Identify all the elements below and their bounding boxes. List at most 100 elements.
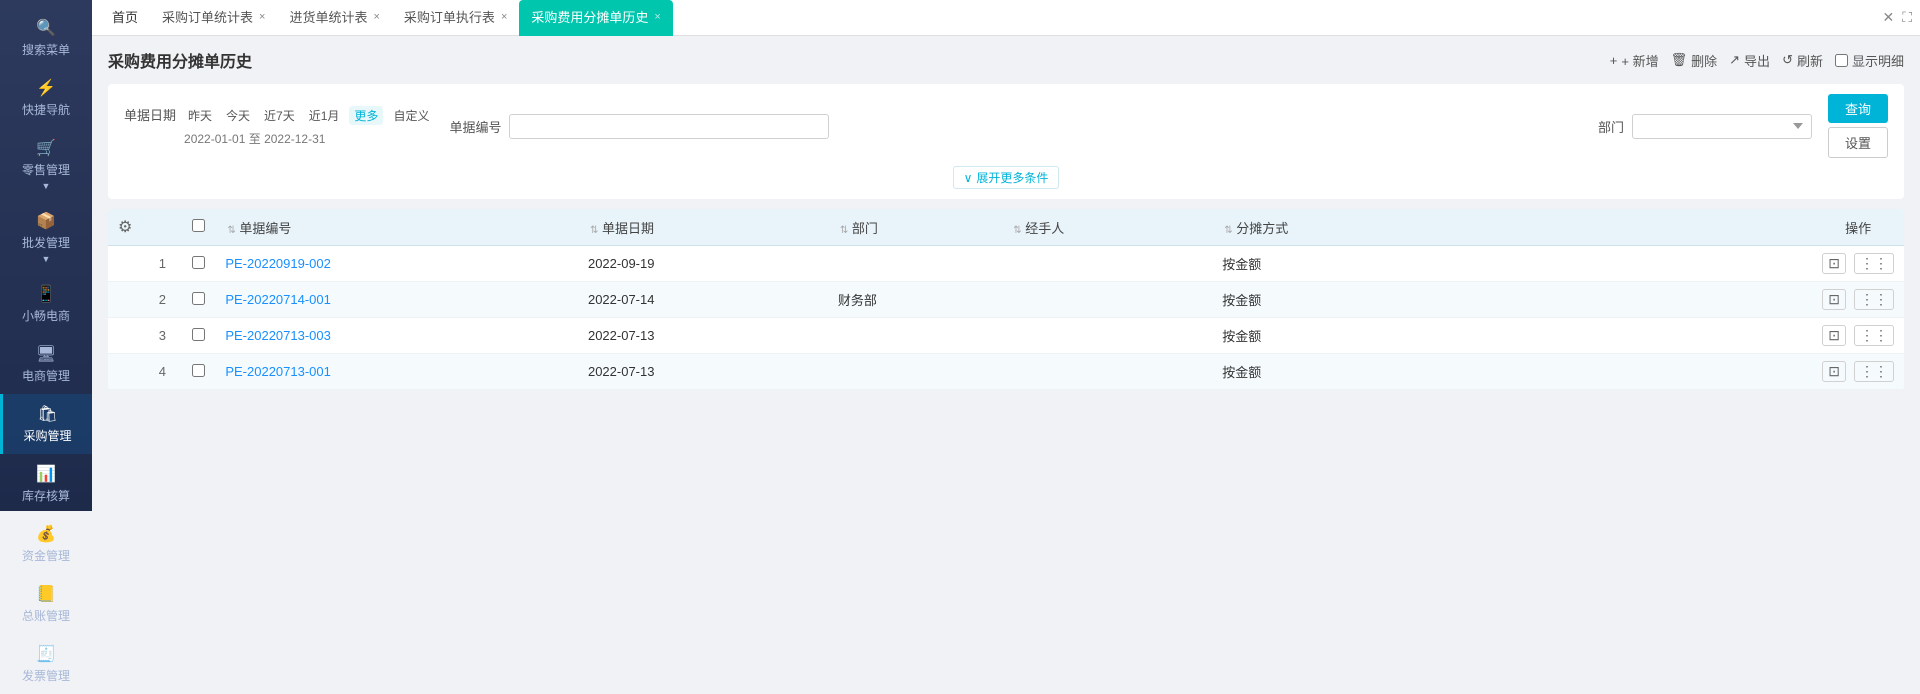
- tab-home-label: 首页: [112, 7, 138, 26]
- td-split-method: 按金额: [1212, 318, 1812, 354]
- close-icon[interactable]: ×: [501, 11, 507, 23]
- more-icon[interactable]: ⋮⋮: [1854, 361, 1894, 382]
- date-filter-group: 单据日期 昨天 今天 近7天 近1月 更多 自定义 2022-01-01 至 2…: [124, 105, 433, 147]
- sidebar-item-retail[interactable]: 🛒 零售管理 ▼: [0, 128, 92, 201]
- doc-num-link[interactable]: PE-20220919-002: [225, 256, 331, 271]
- edit-icon[interactable]: ⊡: [1822, 361, 1846, 382]
- expand-row: ∨ 展开更多条件: [124, 166, 1888, 189]
- more-icon[interactable]: ⋮⋮: [1854, 325, 1894, 346]
- td-doc-num: PE-20220713-003: [215, 318, 578, 354]
- sidebar: 🔍 搜索菜单 ⚡ 快捷导航 🛒 零售管理 ▼ 📦 批发管理 ▼ 📱 小畅电商 🖥…: [0, 0, 92, 511]
- date-btn-more[interactable]: 更多: [349, 106, 383, 125]
- tab-purchase-order-exec[interactable]: 采购订单执行表 ×: [392, 0, 519, 36]
- th-split-method-label: 分摊方式: [1236, 221, 1288, 236]
- tab-label: 采购订单执行表: [404, 7, 495, 26]
- sidebar-item-invoice[interactable]: 🧾 发票管理: [0, 634, 92, 694]
- th-checkbox: [182, 209, 215, 246]
- date-btn-7days[interactable]: 近7天: [260, 105, 299, 126]
- date-options: 昨天 今天 近7天 近1月 更多 自定义 2022-01-01 至 2022-1…: [184, 105, 433, 147]
- table-body: 1 PE-20220919-002 2022-09-19 按金额 ⊡ ⋮⋮ 2: [108, 246, 1904, 390]
- show-columns-input[interactable]: [1835, 54, 1848, 67]
- sidebar-item-label: 批发管理: [22, 234, 70, 251]
- close-icon[interactable]: ×: [654, 11, 660, 23]
- refresh-button[interactable]: ↺ 刷新: [1782, 51, 1823, 70]
- row-checkbox[interactable]: [192, 256, 205, 269]
- td-settings: [108, 282, 142, 318]
- tab-purchase-order-stats[interactable]: 采购订单统计表 ×: [150, 0, 277, 36]
- sidebar-item-search[interactable]: 🔍 搜索菜单: [0, 8, 92, 68]
- td-checkbox: [182, 318, 215, 354]
- td-num: 3: [142, 318, 182, 354]
- edit-icon[interactable]: ⊡: [1822, 253, 1846, 274]
- export-label: 导出: [1744, 51, 1770, 70]
- delete-button[interactable]: 🗑 删除: [1671, 51, 1718, 70]
- sidebar-item-purchase[interactable]: 🛍 采购管理: [0, 394, 92, 454]
- purchase-icon: 🛍: [37, 404, 57, 424]
- td-doc-num: PE-20220714-001: [215, 282, 578, 318]
- chevron-down-icon: ▼: [42, 181, 51, 191]
- th-doc-num: ⇅ 单据编号: [215, 209, 578, 246]
- show-columns-label: 显示明细: [1852, 51, 1904, 70]
- more-icon[interactable]: ⋮⋮: [1854, 253, 1894, 274]
- edit-icon[interactable]: ⊡: [1822, 289, 1846, 310]
- sidebar-item-miniapp[interactable]: 📱 小畅电商: [0, 274, 92, 334]
- row-checkbox[interactable]: [192, 292, 205, 305]
- doc-num-link[interactable]: PE-20220714-001: [225, 292, 331, 307]
- th-dept-label: 部门: [852, 221, 878, 236]
- tab-bar: 首页 采购订单统计表 × 进货单统计表 × 采购订单执行表 × 采购费用分摊单历…: [92, 0, 1920, 36]
- row-checkbox[interactable]: [192, 328, 205, 341]
- td-doc-num: PE-20220919-002: [215, 246, 578, 282]
- td-handler: [1001, 246, 1212, 282]
- add-icon: +: [1610, 53, 1618, 68]
- sidebar-item-shortcut[interactable]: ⚡ 快捷导航: [0, 68, 92, 128]
- query-button[interactable]: 查询: [1828, 94, 1888, 123]
- td-doc-date: 2022-07-13: [578, 318, 828, 354]
- date-btn-1month[interactable]: 近1月: [305, 105, 344, 126]
- refresh-label: 刷新: [1797, 51, 1823, 70]
- add-button[interactable]: + + 新增: [1610, 51, 1659, 70]
- td-ops: ⊡ ⋮⋮: [1812, 318, 1904, 354]
- sidebar-item-wholesale[interactable]: 📦 批发管理 ▼: [0, 201, 92, 274]
- doc-num-link[interactable]: PE-20220713-003: [225, 328, 331, 343]
- sidebar-item-inventory[interactable]: 📊 库存核算: [0, 454, 92, 514]
- date-btn-custom[interactable]: 自定义: [389, 105, 433, 126]
- edit-icon[interactable]: ⊡: [1822, 325, 1846, 346]
- close-icon[interactable]: ×: [259, 11, 265, 23]
- sidebar-item-label: 采购管理: [23, 427, 71, 444]
- table-header-row: ⚙ ⇅ 单据编号 ⇅ 单据日期: [108, 209, 1904, 246]
- date-btn-yesterday[interactable]: 昨天: [184, 105, 216, 126]
- miniapp-icon: 📱: [36, 284, 56, 304]
- inventory-icon: 📊: [36, 464, 56, 484]
- sidebar-item-label: 快捷导航: [22, 101, 70, 118]
- date-btn-today[interactable]: 今天: [222, 105, 254, 126]
- close-icon[interactable]: ×: [373, 11, 379, 23]
- settings-icon[interactable]: ⚙: [118, 219, 132, 236]
- sidebar-item-ecommerce[interactable]: 🖥 电商管理: [0, 334, 92, 394]
- show-columns-checkbox[interactable]: 显示明细: [1835, 51, 1904, 70]
- more-icon[interactable]: ⋮⋮: [1854, 289, 1894, 310]
- maximize-icon[interactable]: ⛶: [1902, 9, 1912, 26]
- minimize-icon[interactable]: ✕: [1882, 9, 1894, 26]
- export-button[interactable]: ↗ 导出: [1729, 51, 1770, 70]
- doc-num-filter: 单据编号: [449, 114, 1582, 139]
- sidebar-item-label: 库存核算: [22, 487, 70, 504]
- doc-num-input[interactable]: [509, 114, 829, 139]
- sidebar-item-ledger[interactable]: 📒 总账管理: [0, 574, 92, 634]
- sidebar-item-finance[interactable]: 💰 资金管理: [0, 514, 92, 574]
- dept-select[interactable]: 财务部: [1632, 114, 1812, 139]
- tab-label: 采购订单统计表: [162, 7, 253, 26]
- doc-num-link[interactable]: PE-20220713-001: [225, 364, 331, 379]
- tab-home[interactable]: 首页: [100, 0, 150, 36]
- export-icon: ↗: [1729, 52, 1740, 68]
- tab-incoming-stats[interactable]: 进货单统计表 ×: [277, 0, 391, 36]
- sidebar-item-label: 电商管理: [22, 367, 70, 384]
- expand-conditions-button[interactable]: ∨ 展开更多条件: [953, 166, 1060, 189]
- ledger-icon: 📒: [36, 584, 56, 604]
- td-settings: [108, 354, 142, 390]
- row-checkbox[interactable]: [192, 364, 205, 377]
- settings-button[interactable]: 设置: [1828, 127, 1888, 158]
- th-doc-num-label: 单据编号: [239, 221, 291, 236]
- td-settings: [108, 246, 142, 282]
- select-all-checkbox[interactable]: [192, 219, 205, 232]
- tab-purchase-cost-history[interactable]: 采购费用分摊单历史 ×: [519, 0, 672, 36]
